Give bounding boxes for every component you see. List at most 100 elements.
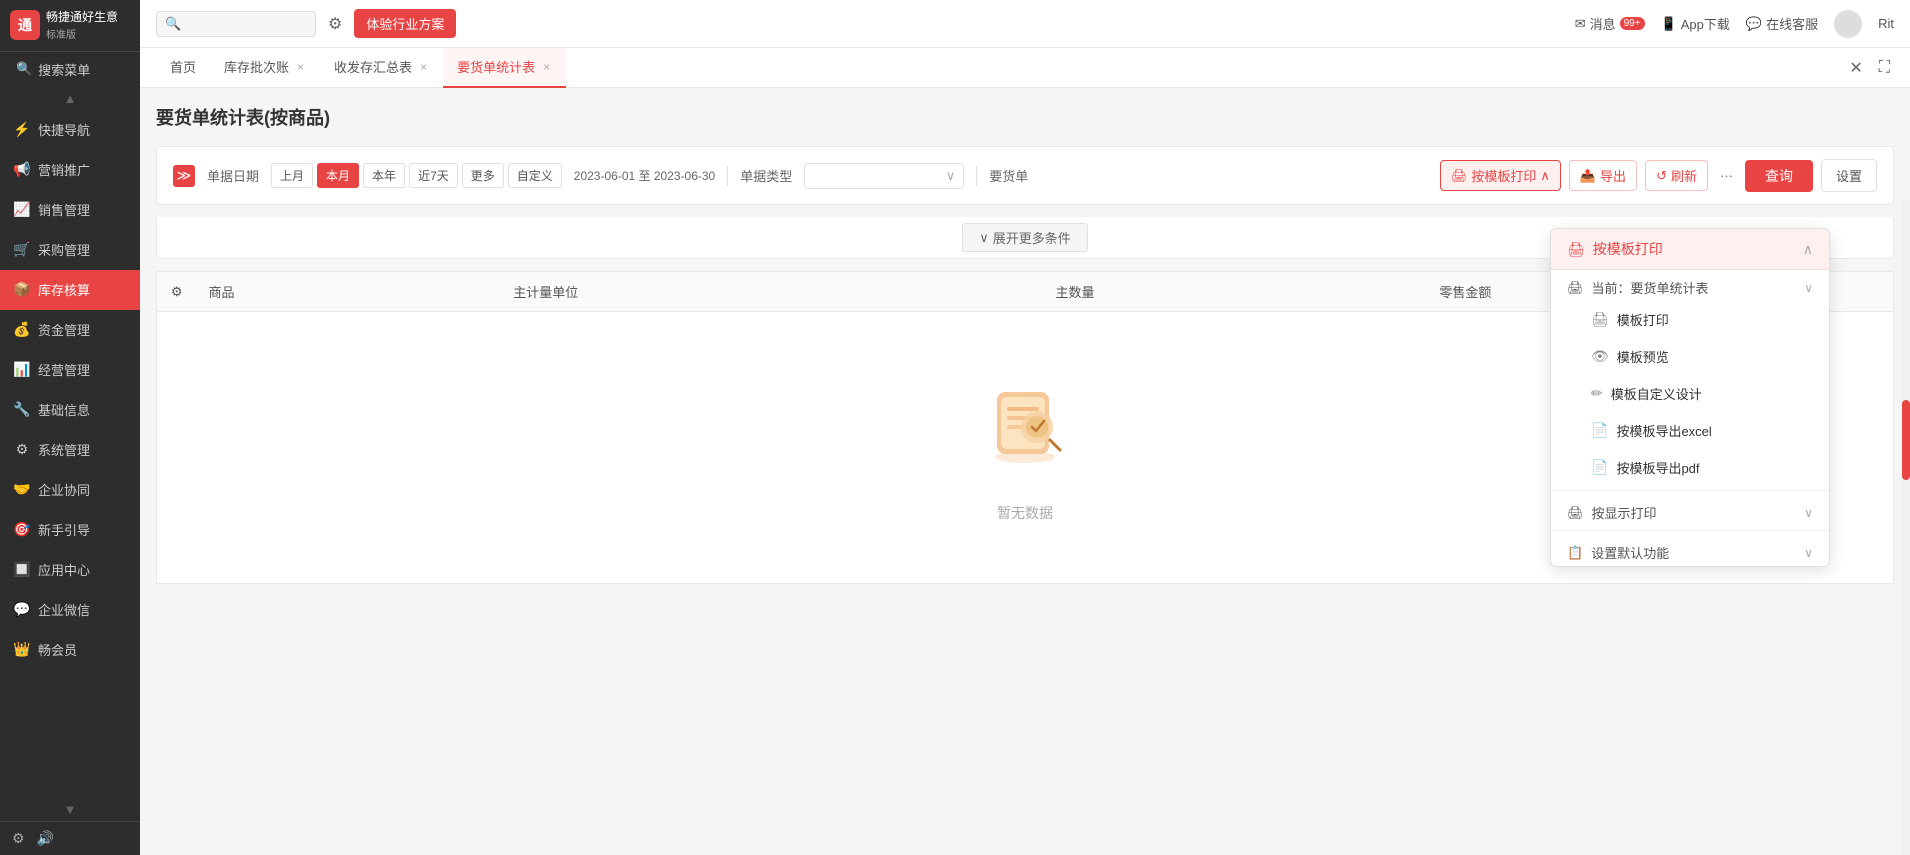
header-search-box[interactable]: 🔍 — [156, 11, 316, 37]
sidebar-item-collab[interactable]: 🤝 企业协同 — [0, 470, 140, 510]
sidebar-item-guide[interactable]: 🎯 新手引导 — [0, 510, 140, 550]
dropdown-item-template-excel[interactable]: 📄 按模板导出excel — [1551, 412, 1829, 449]
default-function-icon: 📋 — [1567, 545, 1583, 561]
sidebar-item-finance[interactable]: 💰 资金管理 — [0, 310, 140, 350]
sidebar-item-label: 库存核算 — [38, 280, 90, 299]
sidebar-item-app-center[interactable]: 🔲 应用中心 — [0, 550, 140, 590]
filter-date-buttons: 上月 本月 本年 近7天 更多 自定义 — [271, 163, 562, 188]
date-btn-more[interactable]: 更多 — [462, 163, 504, 188]
dropdown-close-icon[interactable]: ∧ — [1803, 241, 1813, 258]
scroll-down-arrow[interactable]: ▼ — [0, 798, 140, 821]
app-name: 畅捷通好生意 — [46, 10, 118, 26]
settings-icon[interactable]: ⚙ — [12, 830, 25, 847]
tab-maximize-icon[interactable]: ⛶ — [1875, 55, 1894, 81]
filter-doctype-select[interactable]: ∨ — [804, 163, 964, 189]
sidebar-item-marketing[interactable]: 📢 营销推广 — [0, 150, 140, 190]
main-content: 🔍 ⚙ 体验行业方案 ✉ 消息 99+ 📱 App下载 💬 在线客服 Rit — [140, 0, 1910, 855]
expand-more-button[interactable]: ∨ 展开更多条件 — [962, 223, 1088, 252]
tab-bar: 首页 库存批次账 × 收发存汇总表 × 要货单统计表 × ✕ ⛶ — [140, 48, 1910, 88]
sidebar-item-inventory[interactable]: 📦 库存核算 — [0, 270, 140, 310]
search-menu[interactable]: 🔍 搜索菜单 — [0, 52, 140, 87]
expand-more-label: 展开更多条件 — [993, 228, 1071, 247]
date-btn-this-month[interactable]: 本月 — [317, 163, 359, 188]
sidebar-item-sales[interactable]: 📈 销售管理 — [0, 190, 140, 230]
online-service-action[interactable]: 💬 在线客服 — [1746, 14, 1818, 33]
user-avatar[interactable] — [1834, 10, 1862, 38]
scroll-up-arrow[interactable]: ▲ — [0, 87, 140, 110]
sidebar-item-label: 快捷导航 — [38, 120, 90, 139]
sidebar-item-label: 采购管理 — [38, 240, 90, 259]
tab-demand-stats[interactable]: 要货单统计表 × — [443, 48, 566, 88]
sidebar-logo: 通 畅捷通好生意 标准版 — [0, 0, 140, 52]
filter-date-range: 2023-06-01 至 2023-06-30 — [574, 167, 715, 184]
print-icon: 🖨 — [1451, 168, 1468, 184]
tab-home[interactable]: 首页 — [156, 48, 210, 88]
audio-icon[interactable]: 🔊 — [37, 830, 54, 847]
dropdown-item-template-design[interactable]: ✏ 模板自定义设计 — [1551, 375, 1829, 412]
app-download-icon: 📱 — [1661, 16, 1677, 32]
col-settings-icon[interactable]: ⚙ — [171, 284, 183, 299]
sidebar-item-quick-nav[interactable]: ⚡ 快捷导航 — [0, 110, 140, 150]
page-title: 要货单统计表(按商品) — [156, 104, 1894, 130]
dropdown-divider2 — [1551, 530, 1829, 531]
template-preview-icon: 👁 — [1591, 348, 1609, 365]
sidebar-item-system[interactable]: ⚙ 系统管理 — [0, 430, 140, 470]
sidebar-item-wecom[interactable]: 💬 企业微信 — [0, 590, 140, 630]
app-download-label: App下载 — [1681, 14, 1730, 33]
tab-collect-summary-close[interactable]: × — [418, 61, 429, 73]
dropdown-current-section[interactable]: 🖨 当前：要货单统计表 ∨ — [1551, 270, 1829, 301]
header-search-input[interactable] — [181, 17, 301, 31]
date-btn-this-year[interactable]: 本年 — [363, 163, 405, 188]
message-action[interactable]: ✉ 消息 99+ — [1575, 14, 1645, 33]
current-section-icon: 🖨 — [1567, 280, 1584, 296]
current-section-label: 🖨 当前：要货单统计表 — [1567, 278, 1709, 297]
online-service-label: 在线客服 — [1766, 14, 1818, 33]
dropdown-header: 🖨 按模板打印 ∧ — [1551, 229, 1829, 270]
header-gear-icon[interactable]: ⚙ — [328, 14, 342, 34]
dropdown-item-template-pdf[interactable]: 📄 按模板导出pdf — [1551, 449, 1829, 486]
filter-divider2 — [976, 166, 977, 186]
tab-demand-stats-close[interactable]: × — [541, 61, 552, 73]
page-content: 要货单统计表(按商品) ≫ 单据日期 上月 本月 本年 近7天 更多 自定义 2… — [140, 88, 1910, 855]
quick-nav-icon: ⚡ — [12, 120, 32, 140]
refresh-button[interactable]: ↺ 刷新 — [1645, 160, 1708, 191]
sidebar-item-operation[interactable]: 📊 经营管理 — [0, 350, 140, 390]
tab-inventory-batch[interactable]: 库存批次账 × — [210, 48, 320, 88]
export-button[interactable]: 📤 导出 — [1569, 160, 1637, 191]
print-template-button[interactable]: 🖨 按模板打印 ∧ — [1440, 160, 1561, 191]
tab-close-all-icon[interactable]: ✕ — [1845, 54, 1866, 82]
more-icon[interactable]: ··· — [1716, 168, 1737, 183]
template-pdf-icon: 📄 — [1591, 459, 1608, 476]
sidebar-item-basic[interactable]: 🔧 基础信息 — [0, 390, 140, 430]
dropdown-default-function-section[interactable]: 📋 设置默认功能 ∨ — [1551, 535, 1829, 566]
sidebar-item-member[interactable]: 👑 畅会员 — [0, 630, 140, 670]
dropdown-item-template-print[interactable]: 🖨 模板打印 — [1551, 301, 1829, 338]
filter-expand-button[interactable]: ≫ — [173, 165, 195, 187]
date-btn-7days[interactable]: 近7天 — [409, 163, 458, 188]
dropdown-title-icon: 🖨 — [1567, 241, 1585, 258]
empty-text: 暂无数据 — [997, 503, 1053, 523]
query-button[interactable]: 查询 — [1745, 160, 1813, 192]
date-btn-custom[interactable]: 自定义 — [508, 163, 562, 188]
template-design-icon: ✏ — [1591, 385, 1603, 402]
settings-button[interactable]: 设置 — [1821, 159, 1877, 192]
date-btn-last-month[interactable]: 上月 — [271, 163, 313, 188]
tab-inventory-batch-close[interactable]: × — [295, 61, 306, 73]
sidebar-item-purchase[interactable]: 🛒 采购管理 — [0, 230, 140, 270]
filter-doctype-label: 单据类型 — [740, 166, 792, 185]
scrollbar-thumb[interactable] — [1902, 400, 1910, 480]
filter-doctype-arrow: ∨ — [946, 168, 956, 184]
logo-icon: 通 — [10, 10, 40, 40]
print-dropdown: 🖨 按模板打印 ∧ 🖨 当前：要货单统计表 ∨ 🖨 模板打印 👁 模板预览 — [1550, 228, 1830, 567]
trial-button[interactable]: 体验行业方案 — [354, 9, 456, 38]
dropdown-item-template-preview[interactable]: 👁 模板预览 — [1551, 338, 1829, 375]
basic-icon: 🔧 — [12, 400, 32, 420]
tab-collect-summary[interactable]: 收发存汇总表 × — [320, 48, 443, 88]
right-scrollbar[interactable] — [1902, 200, 1910, 855]
empty-icon — [975, 372, 1075, 491]
app-download-action[interactable]: 📱 App下载 — [1661, 14, 1730, 33]
dropdown-title-label: 按模板打印 — [1593, 239, 1663, 259]
dropdown-display-print-section[interactable]: 🖨 按显示打印 ∨ — [1551, 495, 1829, 526]
col-settings[interactable]: ⚙ — [157, 272, 197, 312]
app-badge: 标准版 — [46, 26, 118, 41]
